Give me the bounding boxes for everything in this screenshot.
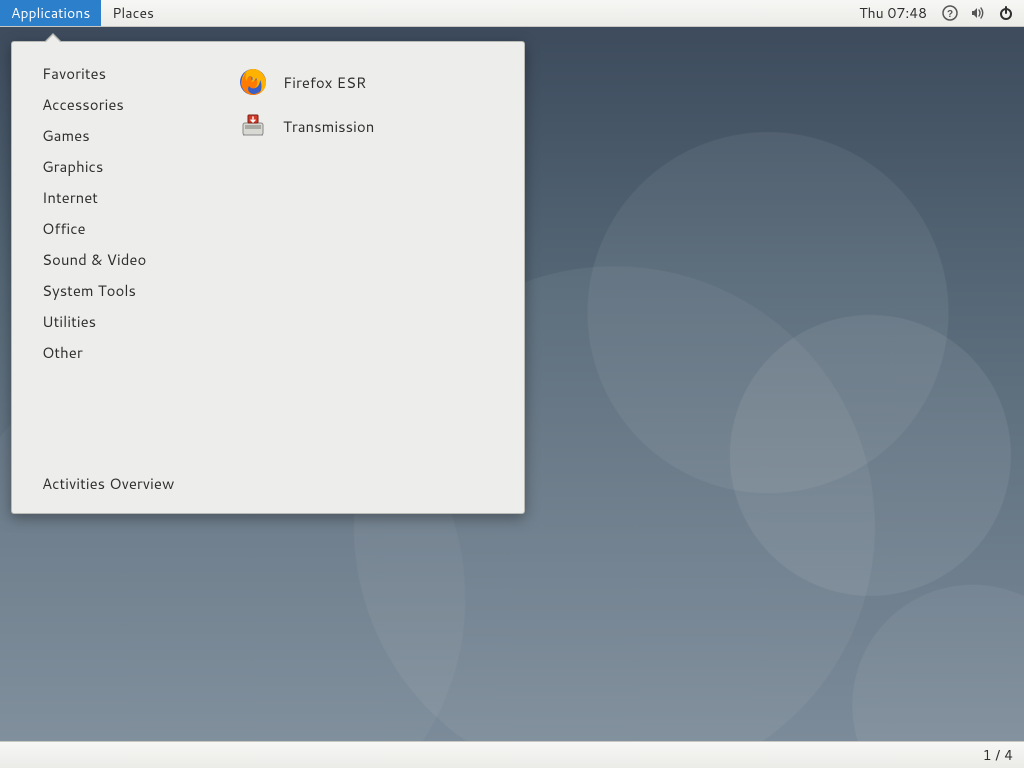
category-item-games[interactable]: Games — [12, 120, 197, 151]
category-item-sound-video[interactable]: Sound & Video — [12, 244, 197, 275]
workspace-label: 1 / 4 — [983, 745, 1013, 765]
category-label: Utilities — [42, 311, 96, 332]
category-item-system-tools[interactable]: System Tools — [12, 275, 197, 306]
applications-label: Applications — [11, 3, 90, 23]
category-label: System Tools — [42, 280, 136, 301]
clock-label: Thu 07:48 — [859, 3, 927, 23]
app-item-transmission[interactable]: Transmission — [197, 104, 524, 148]
category-item-accessories[interactable]: Accessories — [12, 89, 197, 120]
power-icon[interactable] — [992, 0, 1024, 26]
workspace-indicator[interactable]: 1 / 4 — [983, 745, 1013, 765]
desktop[interactable]: Favorites Accessories Games Graphics Int… — [0, 27, 1024, 741]
category-item-utilities[interactable]: Utilities — [12, 306, 197, 337]
category-label: Office — [42, 218, 86, 239]
activities-label: Activities Overview — [42, 473, 174, 494]
firefox-icon — [237, 66, 269, 98]
clock[interactable]: Thu 07:48 — [850, 0, 936, 26]
category-item-graphics[interactable]: Graphics — [12, 151, 197, 182]
applications-menu-popup: Favorites Accessories Games Graphics Int… — [11, 41, 525, 514]
accessibility-icon[interactable]: ? — [936, 0, 964, 26]
category-label: Accessories — [42, 94, 124, 115]
app-label: Transmission — [283, 116, 374, 137]
app-list: Firefox ESR Transmission — [197, 42, 524, 513]
category-list: Favorites Accessories Games Graphics Int… — [12, 42, 197, 513]
volume-icon[interactable] — [964, 0, 992, 26]
category-label: Other — [42, 342, 83, 363]
category-item-internet[interactable]: Internet — [12, 182, 197, 213]
category-label: Internet — [42, 187, 98, 208]
activities-overview-item[interactable]: Activities Overview — [12, 468, 197, 499]
svg-text:?: ? — [947, 9, 953, 20]
bottom-panel: 1 / 4 — [0, 741, 1024, 768]
places-menu-button[interactable]: Places — [101, 0, 165, 26]
category-item-other[interactable]: Other — [12, 337, 197, 368]
category-label: Favorites — [42, 63, 106, 84]
applications-menu-button[interactable]: Applications — [0, 0, 101, 26]
panel-spacer — [165, 0, 850, 26]
category-label: Games — [42, 125, 90, 146]
top-panel: Applications Places Thu 07:48 ? — [0, 0, 1024, 27]
category-item-office[interactable]: Office — [12, 213, 197, 244]
app-item-firefox-esr[interactable]: Firefox ESR — [197, 60, 524, 104]
category-label: Graphics — [42, 156, 103, 177]
category-label: Sound & Video — [42, 249, 146, 270]
transmission-icon — [237, 110, 269, 142]
places-label: Places — [112, 3, 154, 23]
app-label: Firefox ESR — [283, 72, 366, 93]
category-item-favorites[interactable]: Favorites — [12, 58, 197, 89]
